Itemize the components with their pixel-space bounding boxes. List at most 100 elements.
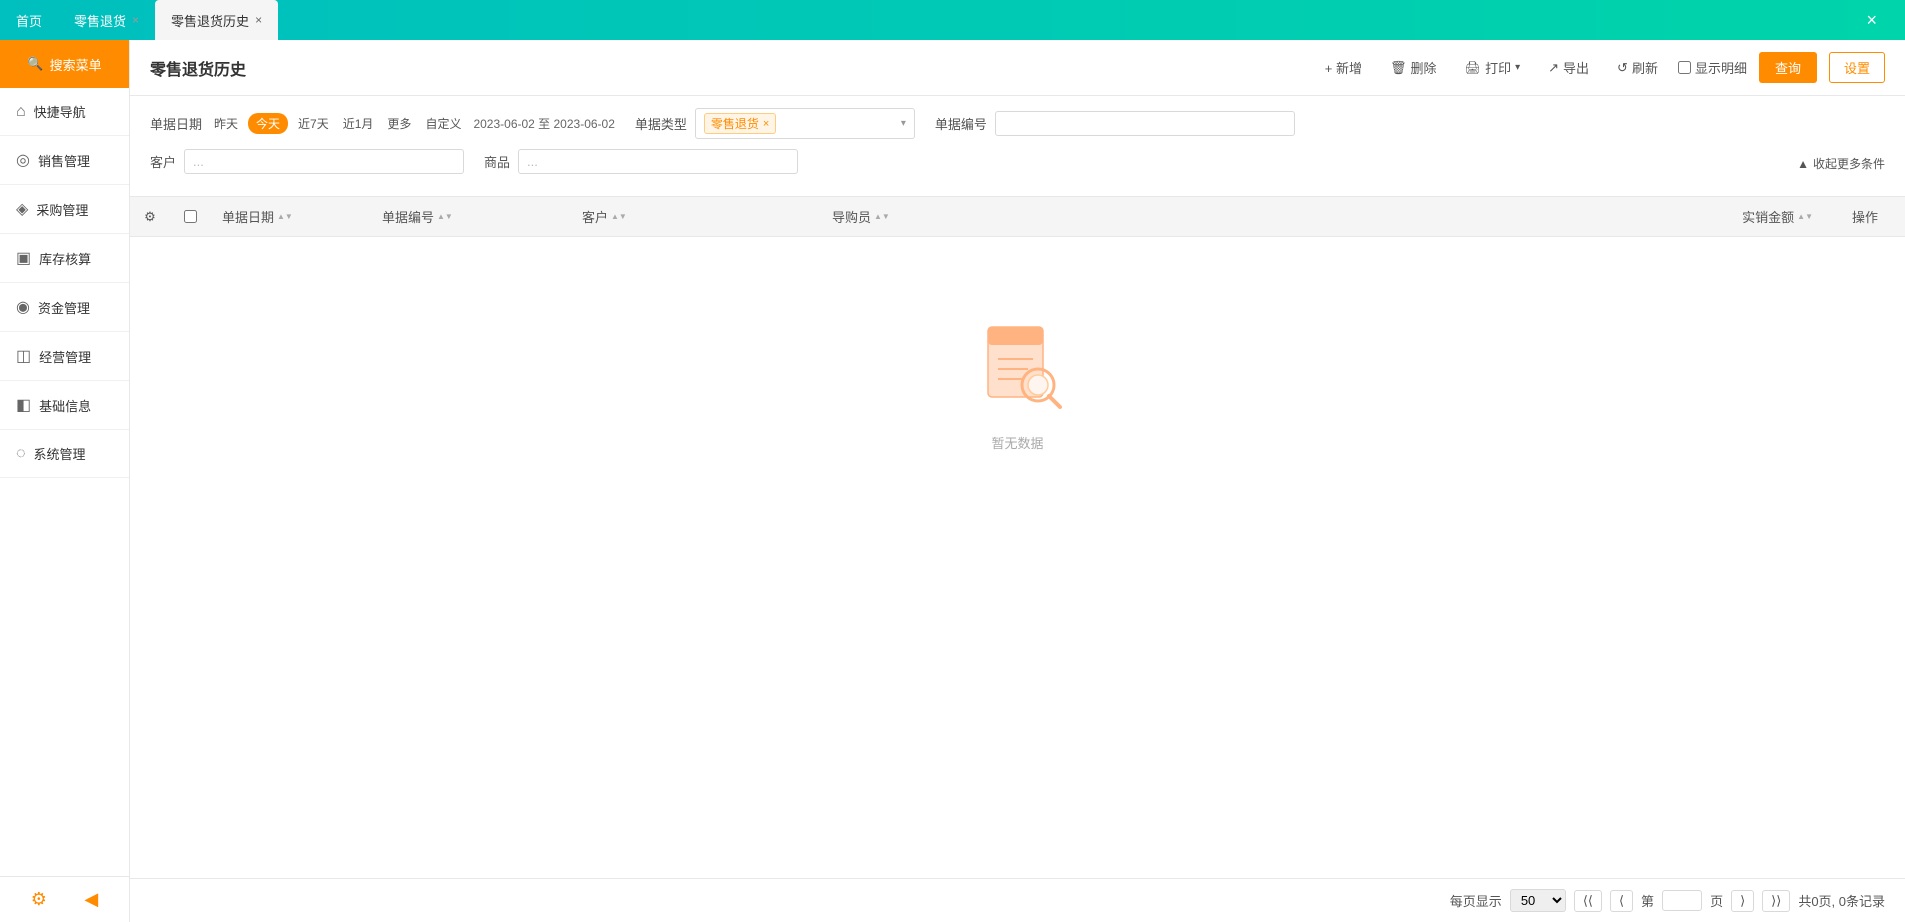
tab-retail-return-label: 零售退货 (74, 11, 126, 30)
first-page-button[interactable]: ⟨⟨ (1574, 890, 1602, 912)
tab-home-label: 首页 (16, 11, 42, 30)
sort-number-icon: ▲▼ (437, 213, 453, 221)
shortcut-today[interactable]: 今天 (248, 113, 288, 134)
page-number-input[interactable]: 1 (1662, 890, 1702, 911)
th-guide[interactable]: 导购员 ▲▼ (820, 207, 1020, 226)
table-wrapper: ⚙ 单据日期 ▲▼ 单据编号 ▲▼ 客户 ▲▼ (130, 197, 1905, 878)
inventory-icon: ▣ (16, 248, 31, 268)
date-label: 单据日期 (150, 114, 202, 133)
filter-customer: 客户 ... (150, 149, 464, 174)
filter-row-2: 客户 ... 商品 ... ▲ 收起更多条件 (150, 149, 1885, 174)
filter-date: 单据日期 昨天 今天 近7天 近1月 更多 自定义 2023-06-02 至 2… (150, 113, 615, 134)
settings-bottom-icon[interactable]: ⚙ (31, 889, 47, 910)
window-close-button[interactable]: × (1854, 10, 1889, 31)
delete-button[interactable]: 🗑 删除 (1382, 54, 1445, 81)
filter-doc-number: 单据编号 (935, 111, 1295, 136)
doc-type-select[interactable]: 零售退货 × ▾ (695, 108, 915, 139)
delete-icon: 🗑 (1390, 60, 1407, 76)
tab-retail-return-close[interactable]: × (132, 13, 139, 27)
top-bar-right: × (1854, 10, 1905, 31)
show-detail-text: 显示明细 (1695, 58, 1747, 77)
shortcut-more[interactable]: 更多 (383, 113, 415, 134)
home-icon: ⌂ (16, 103, 26, 121)
sidebar-bottom: ⚙ ◀ (0, 876, 129, 922)
refresh-label: 刷新 (1632, 58, 1658, 77)
customer-select[interactable]: ... (184, 149, 464, 174)
customer-label: 客户 (150, 152, 176, 171)
sidebar-item-system-label: 系统管理 (34, 444, 86, 463)
print-icon: 🖨 (1465, 60, 1482, 76)
th-number[interactable]: 单据编号 ▲▼ (370, 207, 570, 226)
tab-bar: 首页 零售退货 × 零售退货历史 × (0, 0, 1854, 40)
sidebar-search[interactable]: 🔍 搜索菜单 (0, 40, 129, 88)
select-all-checkbox[interactable] (184, 210, 197, 223)
sidebar-item-operations-label: 经营管理 (39, 347, 91, 366)
th-customer[interactable]: 客户 ▲▼ (570, 207, 820, 226)
page-size-select[interactable]: 20 50 100 (1510, 889, 1566, 912)
tab-retail-return-history-label: 零售退货历史 (171, 11, 249, 30)
sidebar-item-quicknav[interactable]: ⌂ 快捷导航 (0, 88, 129, 136)
sidebar-item-basic-info-label: 基础信息 (39, 396, 91, 415)
sidebar-item-operations[interactable]: ◫ 经营管理 (0, 332, 129, 381)
next-page-button[interactable]: ⟩ (1731, 890, 1754, 912)
prev-page-button[interactable]: ⟨ (1610, 890, 1633, 912)
last-page-button[interactable]: ⟩⟩ (1762, 890, 1790, 912)
tab-home[interactable]: 首页 (0, 0, 58, 40)
tab-retail-return[interactable]: 零售退货 × (58, 0, 155, 40)
doc-type-arrow: ▾ (901, 118, 906, 129)
doc-type-tag-close[interactable]: × (763, 118, 769, 130)
filter-doc-type: 单据类型 零售退货 × ▾ (635, 108, 915, 139)
th-number-label: 单据编号 (382, 207, 434, 226)
sidebar-item-inventory-label: 库存核算 (39, 249, 91, 268)
collapse-label: 收起更多条件 (1813, 155, 1885, 172)
sales-icon: ◎ (16, 150, 30, 170)
export-icon: ↗ (1548, 60, 1559, 76)
shortcut-7days[interactable]: 近7天 (294, 113, 333, 134)
header-actions: + 新增 🗑 删除 🖨 打印 ▾ ↗ 导出 ↺ 刷新 (1317, 52, 1885, 83)
sidebar-item-basic-info[interactable]: ◧ 基础信息 (0, 381, 129, 430)
sidebar-menu: ⌂ 快捷导航 ◎ 销售管理 ◈ 采购管理 ▣ 库存核算 ◉ 资金管理 ◫ 经营管… (0, 88, 129, 876)
top-bar: 首页 零售退货 × 零售退货历史 × × (0, 0, 1905, 40)
sidebar-item-sales-label: 销售管理 (38, 151, 90, 170)
sidebar-item-sales[interactable]: ◎ 销售管理 (0, 136, 129, 185)
empty-icon-svg (968, 317, 1068, 417)
show-detail-checkbox[interactable] (1678, 61, 1691, 74)
goods-select[interactable]: ... (518, 149, 798, 174)
sidebar-item-finance[interactable]: ◉ 资金管理 (0, 283, 129, 332)
settings-button[interactable]: 设置 (1829, 52, 1885, 83)
sidebar-item-finance-label: 资金管理 (38, 298, 90, 317)
sidebar-item-system[interactable]: ◌ 系统管理 (0, 430, 129, 478)
shortcut-1month[interactable]: 近1月 (339, 113, 378, 134)
sidebar: 🔍 搜索菜单 ⌂ 快捷导航 ◎ 销售管理 ◈ 采购管理 ▣ 库存核算 ◉ 资金管 (0, 40, 130, 922)
print-label: 打印 (1485, 58, 1511, 77)
purchase-icon: ◈ (16, 199, 28, 219)
query-button[interactable]: 查询 (1759, 52, 1817, 83)
export-button[interactable]: ↗ 导出 (1540, 54, 1597, 81)
print-button[interactable]: 🖨 打印 ▾ (1457, 54, 1529, 81)
show-detail-label[interactable]: 显示明细 (1678, 58, 1747, 77)
th-amount[interactable]: 实销金额 ▲▼ (1020, 207, 1825, 226)
sidebar-item-inventory[interactable]: ▣ 库存核算 (0, 234, 129, 283)
doc-number-input[interactable] (995, 111, 1295, 136)
th-date[interactable]: 单据日期 ▲▼ (210, 207, 370, 226)
collapse-sidebar-icon[interactable]: ◀ (84, 889, 98, 910)
sort-guide-icon: ▲▼ (874, 213, 890, 221)
filter-goods: 商品 ... (484, 149, 798, 174)
refresh-button[interactable]: ↺ 刷新 (1609, 54, 1666, 81)
th-checkbox[interactable] (170, 210, 210, 223)
page-title: 零售退货历史 (150, 56, 246, 80)
goods-placeholder: ... (527, 154, 538, 169)
shortcut-custom[interactable]: 自定义 (421, 113, 465, 134)
shortcut-yesterday[interactable]: 昨天 (210, 113, 242, 134)
th-settings[interactable]: ⚙ (130, 209, 170, 225)
print-arrow: ▾ (1515, 62, 1520, 73)
sidebar-item-purchase[interactable]: ◈ 采购管理 (0, 185, 129, 234)
sort-customer-icon: ▲▼ (611, 213, 627, 221)
tab-retail-return-history-close[interactable]: × (255, 13, 262, 27)
th-guide-label: 导购员 (832, 207, 871, 226)
collapse-filter-button[interactable]: ▲ 收起更多条件 (1797, 155, 1885, 172)
tab-retail-return-history[interactable]: 零售退货历史 × (155, 0, 278, 40)
add-button[interactable]: + 新增 (1317, 54, 1370, 81)
page-size-label: 每页显示 (1450, 891, 1502, 910)
doc-number-label: 单据编号 (935, 114, 987, 133)
